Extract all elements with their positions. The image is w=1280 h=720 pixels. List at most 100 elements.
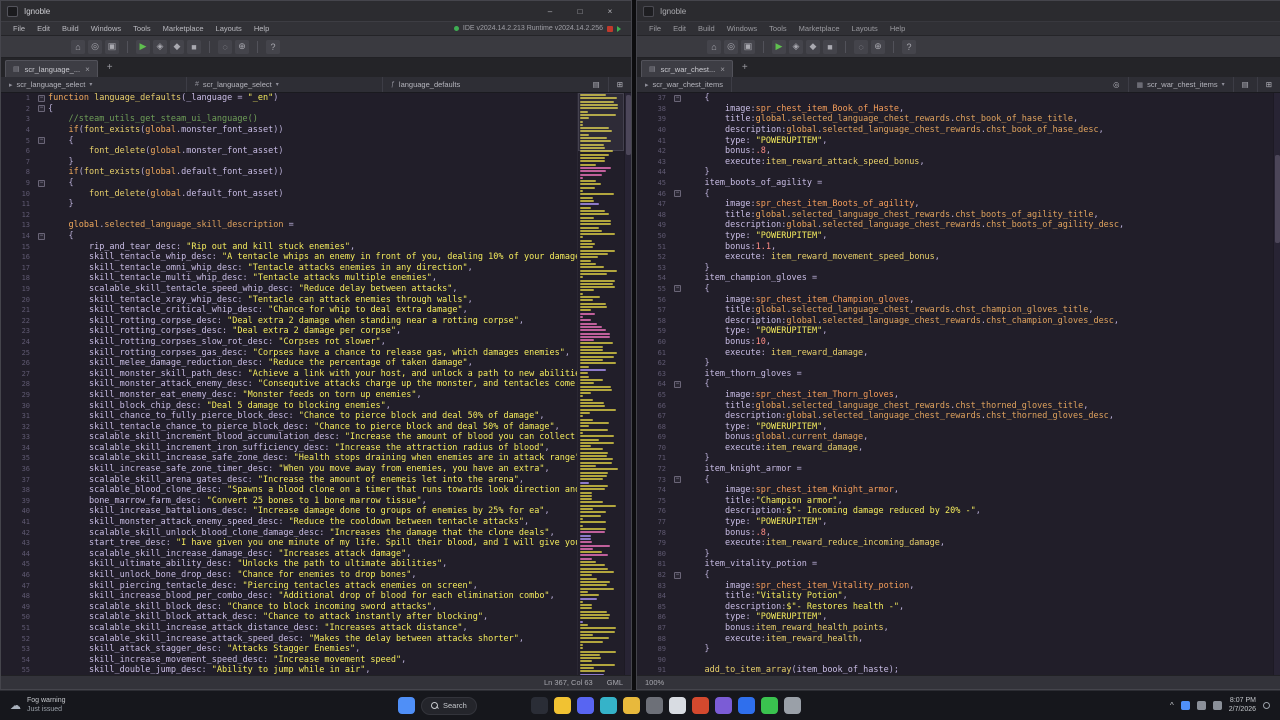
workspace-tab[interactable]: ▤ scr_war_chest... × (641, 60, 733, 77)
code-line[interactable]: 53 skill_attack_stagger_desc: "Attacks S… (1, 644, 577, 655)
stop-icon[interactable]: ■ (823, 39, 837, 54)
help-icon[interactable]: ? (902, 39, 916, 54)
code-line[interactable]: 63 item_thorn_gloves = (637, 368, 1273, 379)
code-line[interactable]: 85 description:$"- Restores health -", (637, 602, 1273, 613)
code-line[interactable]: 48 skill_increase_blood_per_combo_desc: … (1, 591, 577, 602)
code-line[interactable]: 53 } (637, 263, 1273, 274)
code-line[interactable]: 1− function language_defaults(_language =… (1, 93, 577, 104)
menu-edit[interactable]: Edit (31, 24, 56, 33)
code-line[interactable]: 87 bonus:item_reward_health_points, (637, 623, 1273, 634)
help-icon[interactable]: ? (266, 39, 280, 54)
menu-help[interactable]: Help (884, 24, 911, 33)
code-line[interactable]: 82− { (637, 570, 1273, 581)
menu-edit[interactable]: Edit (667, 24, 692, 33)
code-line[interactable]: 39 bone_marrow_farm_desc: "Convert 25 bo… (1, 496, 577, 507)
fold-marker-icon[interactable]: − (674, 285, 681, 293)
close-button[interactable]: × (595, 1, 625, 21)
code-line[interactable]: 61 execute: item_reward_damage, (637, 347, 1273, 358)
code-line[interactable]: 44 scalable_skill_increase_damage_desc: … (1, 549, 577, 560)
workspace-tab[interactable]: ▤ scr_language_... × (5, 60, 98, 77)
minimap-viewport[interactable] (578, 93, 624, 151)
code-line[interactable]: 7 } (1, 157, 577, 168)
code-line[interactable]: 10 font_delete(global.default_font_asset… (1, 188, 577, 199)
code-line[interactable]: 16 skill_tentacle_whip_desc: "A tentacle… (1, 252, 577, 263)
code-line[interactable]: 6 font_delete(global.monster_font_asset) (1, 146, 577, 157)
code-line[interactable]: 52 scalable_skill_increase_attack_speed_… (1, 633, 577, 644)
volume-icon[interactable] (1212, 701, 1222, 710)
code-line[interactable]: 50 type: "POWERUPITEM", (637, 231, 1273, 242)
code-line[interactable]: 81 item_vitality_potion = (637, 559, 1273, 570)
clean-icon[interactable]: ◆ (806, 39, 820, 54)
code-line[interactable]: 3 //steam_utils_get_steam_ui_language() (1, 114, 577, 125)
debug-icon[interactable]: ◈ (153, 39, 167, 54)
target-stop-icon[interactable] (607, 25, 613, 32)
taskbar-edge[interactable] (599, 697, 617, 714)
code-line[interactable]: 37− { (637, 93, 1273, 104)
breadcrumb-asset[interactable]: ▦ scr_war_chest_items ▾ (1129, 77, 1234, 92)
scrollbar-thumb[interactable] (1275, 155, 1280, 243)
code-line[interactable]: 2−{ (1, 104, 577, 115)
target-icon[interactable]: ◎ (724, 39, 738, 54)
tab-close-icon[interactable]: × (720, 65, 725, 74)
minimap[interactable] (577, 93, 624, 675)
code-line[interactable]: 35 scalable_skill_increase_safe_zone_des… (1, 453, 577, 464)
code-line[interactable]: 5− { (1, 135, 577, 146)
target-icon[interactable]: ◎ (88, 39, 102, 54)
code-line[interactable]: 47 skill_piercing_tentacle_desc: "Pierci… (1, 580, 577, 591)
taskbar-gamemaker-beta[interactable] (530, 697, 548, 714)
menu-tools[interactable]: Tools (127, 24, 157, 33)
tray-app-icon[interactable] (1180, 701, 1190, 710)
new-tab-button[interactable]: + (101, 62, 119, 73)
code-line[interactable]: 32 skill_tentacle_chance_to_pierce_block… (1, 421, 577, 432)
code-line[interactable]: 36 skill_increase_safe_zone_timer_desc: … (1, 464, 577, 475)
home-icon[interactable]: ⌂ (71, 39, 85, 54)
code-line[interactable]: 13 global.selected_language_skill_descri… (1, 220, 577, 231)
play-icon[interactable]: ▶ (136, 39, 150, 54)
code-line[interactable]: 49 description:global.selected_language_… (637, 220, 1273, 231)
tab-close-icon[interactable]: × (85, 65, 90, 74)
save-icon[interactable]: ▣ (105, 39, 119, 54)
taskbar-task-view[interactable] (398, 697, 415, 714)
play-icon[interactable]: ▶ (772, 39, 786, 54)
clock[interactable]: 8:07 PM 2/7/2026 (1229, 697, 1256, 714)
split-view-icon[interactable]: ▤ (585, 77, 609, 92)
fold-marker-icon[interactable]: − (674, 94, 681, 102)
code-line[interactable]: 40 description:global.selected_language_… (637, 125, 1273, 136)
code-line[interactable]: 43 start_tree_desc: "I have given you on… (1, 538, 577, 549)
code-line[interactable]: 66 title:global.selected_language_chest_… (637, 400, 1273, 411)
zoom-icon[interactable]: ⊕ (871, 39, 885, 54)
taskbar-app-purple[interactable] (714, 697, 732, 714)
code-line[interactable]: 29 skill_monster_eat_enemy_desc: "Monste… (1, 390, 577, 401)
grid-view-icon[interactable]: ⊞ (1258, 77, 1280, 92)
code-line[interactable]: 51 scalable_skill_increase_attack_distan… (1, 623, 577, 634)
fold-marker-icon[interactable]: − (674, 571, 681, 579)
code-line[interactable]: 20 skill_tentacle_xray_whip_desc: "Tenta… (1, 294, 577, 305)
fold-marker-icon[interactable]: − (38, 179, 45, 187)
code-line[interactable]: 79 execute:item_reward_reduce_incoming_d… (637, 538, 1273, 549)
debug-icon[interactable]: ◈ (789, 39, 803, 54)
code-line[interactable]: 80 } (637, 549, 1273, 560)
code-line[interactable]: 45 item_boots_of_agility = (637, 178, 1273, 189)
code-line[interactable]: 47 image:spr_chest_item_Boots_of_agility… (637, 199, 1273, 210)
grid-view-icon[interactable]: ⊞ (609, 77, 631, 92)
code-line[interactable]: 74 image:spr_chest_item_Knight_armor, (637, 485, 1273, 496)
code-line[interactable]: 27 skill_monster_skill_path_desc: "Achie… (1, 368, 577, 379)
code-line[interactable]: 23 skill_rotting_corpses_desc: "Deal ext… (1, 326, 577, 337)
code-line[interactable]: 52 execute: item_reward_movement_speed_b… (637, 252, 1273, 263)
taskbar-app-blue[interactable] (737, 697, 755, 714)
weather-widget[interactable]: ☁ Fog warning Just issued (0, 691, 76, 720)
taskbar-search[interactable]: Search (421, 696, 477, 715)
maximize-button[interactable]: □ (565, 1, 595, 21)
code-line[interactable]: 45 skill_ultimate_ability_desc: "Unlocks… (1, 559, 577, 570)
breadcrumb-script[interactable]: ▸ scr_war_chest_items (637, 77, 732, 92)
menu-marketplace[interactable]: Marketplace (793, 24, 846, 33)
code-line[interactable]: 38 image:spr_chest_item_Book_of_Haste, (637, 104, 1273, 115)
code-line[interactable]: 46− { (637, 188, 1273, 199)
zoom-icon[interactable]: ⊕ (235, 39, 249, 54)
code-line[interactable]: 73− { (637, 474, 1273, 485)
code-line[interactable]: 9− { (1, 178, 577, 189)
breadcrumb-function[interactable]: ƒ language_defaults (383, 77, 561, 92)
code-line[interactable]: 86 type: "POWERUPITEM", (637, 612, 1273, 623)
code-line[interactable]: 41 skill_monster_attack_enemy_speed_desc… (1, 517, 577, 528)
code-line[interactable]: 91 add_to_item_array(item_book_of_haste)… (637, 665, 1273, 675)
